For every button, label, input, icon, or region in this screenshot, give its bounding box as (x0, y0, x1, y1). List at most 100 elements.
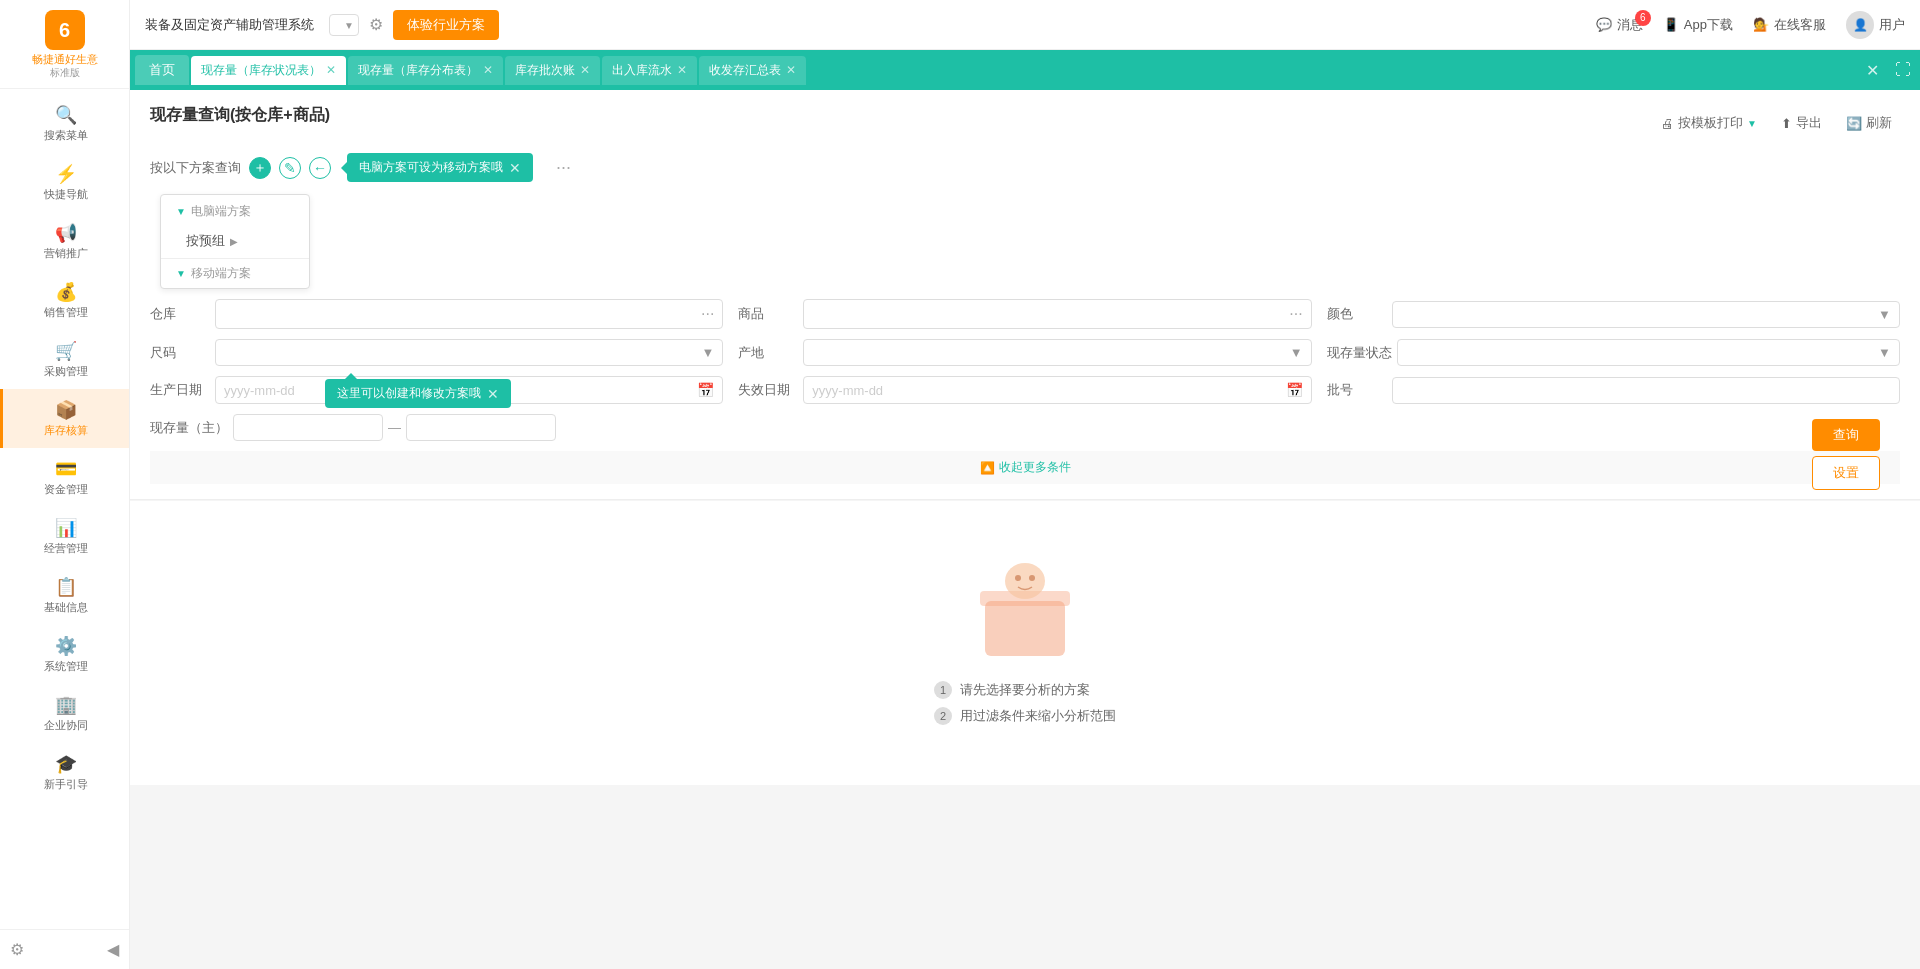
tab-inventory-dist[interactable]: 现存量（库存分布表） ✕ (348, 56, 503, 85)
export-label: 导出 (1796, 114, 1822, 132)
user-label: 用户 (1879, 16, 1905, 34)
size-arrow-icon: ▼ (701, 345, 714, 360)
empty-illustration (965, 561, 1085, 661)
schema-back-btn[interactable]: ← (309, 157, 331, 179)
sidebar-item-finance[interactable]: 💳 资金管理 (0, 448, 129, 507)
filter-field-qty: 现存量（主） — (150, 414, 650, 441)
export-btn[interactable]: ⬆ 导出 (1773, 109, 1830, 137)
tab-close-icon[interactable]: ✕ (786, 63, 796, 77)
messages-btn[interactable]: 💬 消息 6 (1596, 16, 1643, 34)
tab-home-label: 首页 (149, 62, 175, 77)
industry-btn[interactable]: 体验行业方案 (393, 10, 499, 40)
status-select[interactable]: ▼ (1397, 339, 1900, 366)
set-btn[interactable]: 设置 (1812, 456, 1880, 490)
tab-inventory-status[interactable]: 现存量（库存状况表） ✕ (191, 56, 346, 85)
sidebar-item-label: 采购管理 (44, 364, 88, 379)
size-select[interactable]: ▼ (215, 339, 723, 366)
warehouse-select[interactable]: ··· (215, 299, 723, 329)
tab-batch-label: 库存批次账 (515, 62, 575, 79)
schema-more-icon[interactable]: ··· (556, 157, 571, 178)
sidebar-collapse-icon[interactable]: ◀ (107, 940, 119, 959)
schema-edit-btn[interactable]: ✎ (279, 157, 301, 179)
empty-steps: 1 请先选择要分析的方案 2 用过滤条件来缩小分析范围 (934, 681, 1116, 725)
goods-select[interactable]: ··· (803, 299, 1311, 329)
schema-item-anzu[interactable]: 按预组 ▶ (161, 226, 309, 256)
expire-date-start-input[interactable]: yyyy-mm-dd 📅 (803, 376, 1311, 404)
origin-select[interactable]: ▼ (803, 339, 1311, 366)
sidebar-item-inventory[interactable]: 📦 库存核算 (0, 389, 129, 448)
tab-batch[interactable]: 库存批次账 ✕ (505, 56, 600, 85)
produce-date-start-placeholder: yyyy-mm-dd (224, 383, 295, 398)
tooltip-create-close[interactable]: ✕ (487, 386, 499, 402)
sidebar-item-label: 快捷导航 (44, 187, 88, 202)
schema-item-anzu-label: 按预组 (186, 232, 225, 250)
search-btn[interactable]: 查询 (1812, 419, 1880, 451)
sidebar-item-guide[interactable]: 🎓 新手引导 (0, 743, 129, 802)
batch-input[interactable] (1392, 377, 1900, 404)
sidebar: 6 畅捷通好生意 标准版 🔍 搜索菜单 ⚡ 快捷导航 📢 营销推广 💰 销售管理… (0, 0, 130, 969)
print-btn[interactable]: 🖨 按模板打印 ▼ (1653, 109, 1765, 137)
sidebar-item-marketing[interactable]: 📢 营销推广 (0, 212, 129, 271)
system-select[interactable] (329, 14, 359, 36)
sidebar-item-sales[interactable]: 💰 销售管理 (0, 271, 129, 330)
messages-badge: 6 (1635, 10, 1651, 26)
filter-field-color: 颜色 ▼ (1327, 301, 1900, 328)
empty-step-1: 1 请先选择要分析的方案 (934, 681, 1116, 699)
goods-more-icon[interactable]: ··· (1289, 305, 1302, 323)
topbar-settings-icon[interactable]: ⚙ (369, 15, 383, 34)
collapse-btn[interactable]: 🔼 收起更多条件 (980, 459, 1071, 476)
topbar-right: 💬 消息 6 📱 App下载 💁 在线客服 👤 用户 (1596, 11, 1905, 39)
step-2-text: 用过滤条件来缩小分析范围 (960, 707, 1116, 725)
color-select[interactable]: ▼ (1392, 301, 1900, 328)
finance-nav-icon: 💳 (55, 458, 77, 480)
schema-mobile-section: ▼ 移动端方案 (161, 259, 309, 288)
message-icon: 💬 (1596, 17, 1612, 32)
sidebar-item-search[interactable]: 🔍 搜索菜单 (0, 94, 129, 153)
tooltip-schema-close[interactable]: ✕ (509, 160, 521, 176)
avatar-icon: 👤 (1853, 18, 1868, 32)
calendar-icon[interactable]: 📅 (697, 382, 714, 398)
tab-close-icon[interactable]: ✕ (580, 63, 590, 77)
qty-max-input[interactable] (406, 414, 556, 441)
qty-dash: — (388, 420, 401, 435)
refresh-btn[interactable]: 🔄 刷新 (1838, 109, 1900, 137)
sidebar-item-quick[interactable]: ⚡ 快捷导航 (0, 153, 129, 212)
refresh-icon: 🔄 (1846, 116, 1862, 131)
tab-close-icon[interactable]: ✕ (483, 63, 493, 77)
sidebar-item-basic[interactable]: 📋 基础信息 (0, 566, 129, 625)
goods-label: 商品 (738, 305, 798, 323)
quick-nav-icon: ⚡ (55, 163, 77, 185)
sales-nav-icon: 💰 (55, 281, 77, 303)
tab-close-all-icon[interactable]: ✕ (1862, 57, 1883, 84)
sidebar-item-purchase[interactable]: 🛒 采购管理 (0, 330, 129, 389)
tab-home[interactable]: 首页 (135, 55, 189, 85)
sidebar-item-enterprise[interactable]: 🏢 企业协同 (0, 684, 129, 743)
filter-field-expire-date: 失效日期 yyyy-mm-dd 📅 (738, 376, 1311, 404)
arrow-icon: ▶ (230, 236, 238, 247)
tab-flow[interactable]: 出入库流水 ✕ (602, 56, 697, 85)
qty-min-input[interactable] (233, 414, 383, 441)
sidebar-item-system[interactable]: ⚙️ 系统管理 (0, 625, 129, 684)
sidebar-settings-icon[interactable]: ⚙ (10, 940, 24, 959)
tab-summary[interactable]: 收发存汇总表 ✕ (699, 56, 806, 85)
schema-pc-label: 电脑端方案 (191, 203, 251, 220)
sidebar-logo: 6 畅捷通好生意 标准版 (0, 0, 129, 89)
filter-field-goods: 商品 ··· (738, 299, 1311, 329)
calendar-icon2[interactable]: 📅 (1286, 382, 1303, 398)
guide-nav-icon: 🎓 (55, 753, 77, 775)
app-download-btn[interactable]: 📱 App下载 (1663, 16, 1733, 34)
tab-fullscreen-icon[interactable]: ⛶ (1891, 57, 1915, 83)
tab-close-icon[interactable]: ✕ (326, 63, 336, 77)
logo-text: 畅捷通好生意 (32, 52, 98, 66)
warehouse-more-icon[interactable]: ··· (701, 305, 714, 323)
topbar: 装备及固定资产辅助管理系统 ▼ ⚙ 体验行业方案 💬 消息 6 📱 App下载 … (130, 0, 1920, 50)
sidebar-item-operation[interactable]: 📊 经营管理 (0, 507, 129, 566)
operation-nav-icon: 📊 (55, 517, 77, 539)
avatar: 👤 (1846, 11, 1874, 39)
online-service-btn[interactable]: 💁 在线客服 (1753, 16, 1826, 34)
service-icon: 💁 (1753, 17, 1769, 32)
user-btn[interactable]: 👤 用户 (1846, 11, 1905, 39)
sidebar-bottom: ⚙ ◀ (0, 929, 129, 969)
tab-close-icon[interactable]: ✕ (677, 63, 687, 77)
schema-add-btn[interactable]: ＋ (249, 157, 271, 179)
